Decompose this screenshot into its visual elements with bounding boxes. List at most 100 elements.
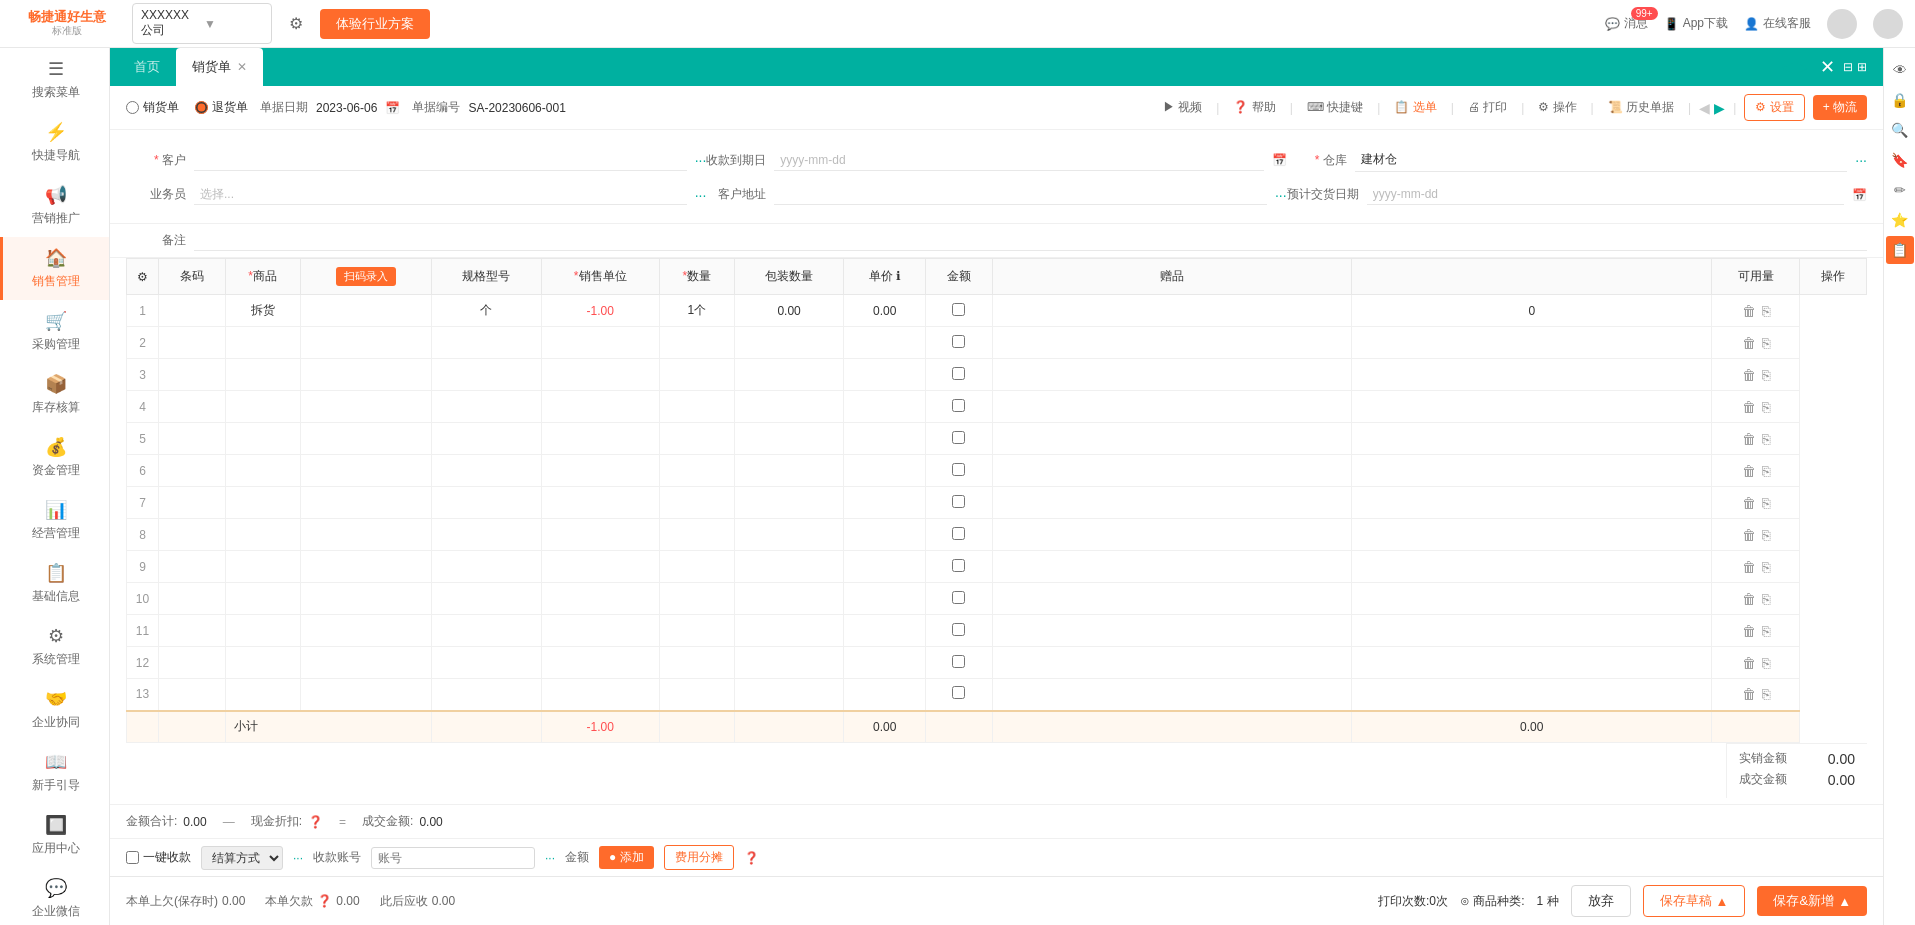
- expected-date-input[interactable]: [1367, 184, 1844, 205]
- salesperson-dots-icon[interactable]: ···: [695, 187, 707, 203]
- settings-gear-button[interactable]: ⚙: [280, 8, 312, 40]
- tab-close-icon[interactable]: ✕: [237, 60, 247, 74]
- customer-input[interactable]: [194, 150, 687, 171]
- copy-icon-13[interactable]: ⎘: [1762, 686, 1770, 702]
- copy-icon-9[interactable]: ⎘: [1762, 559, 1770, 575]
- sidebar-item-guide[interactable]: 📖 新手引导: [0, 741, 109, 804]
- float-lock-button[interactable]: 🔒: [1886, 86, 1914, 114]
- gift-checkbox-6[interactable]: [952, 463, 965, 476]
- account-dots-icon[interactable]: ···: [545, 851, 555, 865]
- sidebar-item-basics[interactable]: 📋 基础信息: [0, 552, 109, 615]
- sidebar-item-marketing[interactable]: 📢 营销推广: [0, 174, 109, 237]
- gift-checkbox-1[interactable]: [952, 303, 965, 316]
- product-2[interactable]: [225, 327, 300, 359]
- account-input[interactable]: [371, 847, 535, 869]
- copy-icon-2[interactable]: ⎘: [1762, 335, 1770, 351]
- layout-icon2[interactable]: ⊞: [1857, 60, 1867, 74]
- add-payment-button[interactable]: ● 添加: [599, 846, 654, 869]
- radio-return-order[interactable]: 退货单: [195, 99, 248, 116]
- pkg-qty-1[interactable]: 1个: [659, 295, 734, 327]
- sidebar-item-operations[interactable]: 📊 经营管理: [0, 489, 109, 552]
- help-button[interactable]: ❓ 帮助: [1227, 96, 1281, 119]
- delete-icon-13[interactable]: 🗑: [1742, 686, 1756, 702]
- gift-checkbox-11[interactable]: [952, 623, 965, 636]
- date-value[interactable]: 2023-06-06: [316, 101, 377, 115]
- delete-icon-2[interactable]: 🗑: [1742, 335, 1756, 351]
- operate-button[interactable]: ⚙ 操作: [1532, 96, 1582, 119]
- settlement-select[interactable]: 结算方式: [201, 846, 283, 870]
- sidebar-item-system[interactable]: ⚙ 系统管理: [0, 615, 109, 678]
- remark-input[interactable]: [194, 230, 1867, 251]
- amount-1[interactable]: 0.00: [844, 295, 926, 327]
- save-new-button[interactable]: 保存&新增 ▲: [1757, 886, 1867, 916]
- sidebar-item-sales[interactable]: 🏠 销售管理: [0, 237, 109, 300]
- calendar2-icon[interactable]: 📅: [1272, 153, 1287, 167]
- salesperson-input[interactable]: [194, 184, 687, 205]
- close-window-icon[interactable]: ✕: [1820, 56, 1835, 78]
- copy-icon-8[interactable]: ⎘: [1762, 527, 1770, 543]
- save-draft-button[interactable]: 保存草稿 ▲: [1643, 885, 1746, 917]
- delete-icon-9[interactable]: 🗑: [1742, 559, 1756, 575]
- nav-prev-icon[interactable]: ◀: [1782, 59, 1793, 75]
- tab-sales-order[interactable]: 销货单 ✕: [176, 48, 263, 86]
- app-download-button[interactable]: 📱 App下载: [1664, 15, 1728, 32]
- th-scan[interactable]: 扫码录入: [300, 259, 431, 295]
- delete-icon-3[interactable]: 🗑: [1742, 367, 1756, 383]
- delete-icon-12[interactable]: 🗑: [1742, 655, 1756, 671]
- sidebar-item-search[interactable]: ☰ 搜索菜单: [0, 48, 109, 111]
- copy-icon-5[interactable]: ⎘: [1762, 431, 1770, 447]
- sidebar-item-appstore[interactable]: 🔲 应用中心: [0, 804, 109, 867]
- delete-icon-11[interactable]: 🗑: [1742, 623, 1756, 639]
- copy-icon-7[interactable]: ⎘: [1762, 495, 1770, 511]
- pkg-qty-2[interactable]: [659, 327, 734, 359]
- select-order-button[interactable]: 📋 选单: [1388, 96, 1442, 119]
- gift-checkbox-5[interactable]: [952, 431, 965, 444]
- sidebar-item-inventory[interactable]: 📦 库存核算: [0, 363, 109, 426]
- fee-split-button[interactable]: 费用分摊: [664, 845, 734, 870]
- warehouse-dots-icon[interactable]: ···: [1855, 152, 1867, 168]
- sidebar-item-purchase[interactable]: 🛒 采购管理: [0, 300, 109, 363]
- delete-icon-6[interactable]: 🗑: [1742, 463, 1756, 479]
- float-bookmark-button[interactable]: 🔖: [1886, 146, 1914, 174]
- spec-2[interactable]: [300, 327, 431, 359]
- setup-button[interactable]: ⚙ 设置: [1744, 94, 1804, 121]
- avatar[interactable]: [1827, 9, 1857, 39]
- copy-icon-4[interactable]: ⎘: [1762, 399, 1770, 415]
- fee-question-icon[interactable]: ❓: [744, 851, 759, 865]
- barcode-2[interactable]: [159, 327, 226, 359]
- owed-info-icon[interactable]: ❓: [317, 894, 332, 908]
- delete-icon-4[interactable]: 🗑: [1742, 399, 1756, 415]
- address-dots-icon[interactable]: ···: [1275, 187, 1287, 203]
- unit-price-2[interactable]: [734, 327, 844, 359]
- qty-1[interactable]: -1.00: [541, 295, 659, 327]
- nav-next-icon[interactable]: ▶: [1797, 59, 1808, 75]
- print-button[interactable]: 🖨 打印: [1462, 96, 1513, 119]
- spec-1[interactable]: [300, 295, 431, 327]
- float-star-button[interactable]: ⭐: [1886, 206, 1914, 234]
- history-button[interactable]: 📜 历史单据: [1602, 96, 1680, 119]
- gift-checkbox-7[interactable]: [952, 495, 965, 508]
- save-new-chevron-icon[interactable]: ▲: [1838, 894, 1851, 909]
- copy-icon-11[interactable]: ⎘: [1762, 623, 1770, 639]
- float-edit-button[interactable]: ✏: [1886, 176, 1914, 204]
- delete-icon-7[interactable]: 🗑: [1742, 495, 1756, 511]
- float-orange-button[interactable]: 📋: [1886, 236, 1914, 264]
- amount-2[interactable]: [844, 327, 926, 359]
- save-draft-chevron-icon[interactable]: ▲: [1716, 894, 1729, 909]
- gift-checkbox-4[interactable]: [952, 399, 965, 412]
- delete-icon-1[interactable]: 🗑: [1742, 303, 1756, 319]
- sidebar-item-wechat[interactable]: 💬 企业微信: [0, 867, 109, 925]
- gift-checkbox-9[interactable]: [952, 559, 965, 572]
- copy-icon-1[interactable]: ⎘: [1762, 303, 1770, 319]
- radio-sales-order-input[interactable]: [126, 101, 139, 114]
- delete-icon-5[interactable]: 🗑: [1742, 431, 1756, 447]
- layout-icon1[interactable]: ⊟: [1843, 60, 1853, 74]
- history-next-icon[interactable]: ▶: [1714, 100, 1725, 116]
- receive-date-input[interactable]: [774, 150, 1263, 171]
- gift-checkbox-3[interactable]: [952, 367, 965, 380]
- address-input[interactable]: [774, 184, 1267, 205]
- copy-icon-10[interactable]: ⎘: [1762, 591, 1770, 607]
- float-eye-button[interactable]: 👁: [1886, 56, 1914, 84]
- gift-checkbox-2[interactable]: [952, 335, 965, 348]
- float-search-button[interactable]: 🔍: [1886, 116, 1914, 144]
